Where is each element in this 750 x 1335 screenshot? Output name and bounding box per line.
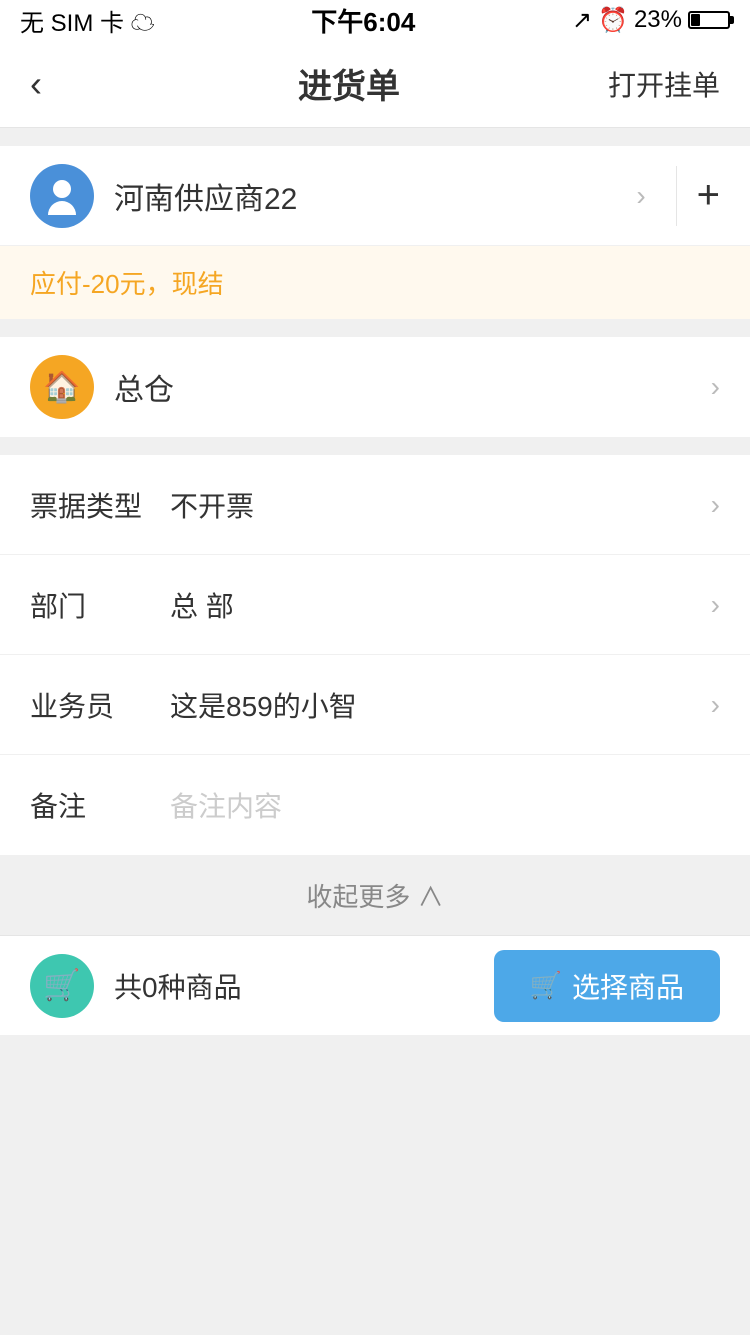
invoice-type-chevron-icon: › — [711, 489, 720, 521]
top-divider — [0, 128, 750, 146]
bottom-bar: 🛒 共0种商品 🛒 选择商品 — [0, 935, 750, 1035]
salesperson-label: 业务员 — [30, 685, 170, 725]
status-time: 下午6:04 — [311, 2, 415, 39]
department-row[interactable]: 部门 总 部 › — [0, 555, 750, 655]
nav-bar: ‹ 进货单 打开挂单 — [0, 40, 750, 128]
battery-percentage: 23% — [634, 6, 682, 34]
supplier-chevron-icon: › — [636, 180, 645, 212]
salesperson-chevron-icon: › — [711, 689, 720, 721]
add-supplier-button[interactable]: + — [697, 173, 720, 218]
location-icon: ↗ — [572, 6, 592, 35]
house-icon: 🏠 — [43, 370, 80, 405]
vertical-divider — [676, 166, 677, 226]
note-label: 备注 — [30, 785, 170, 825]
product-count: 共0种商品 — [114, 966, 494, 1006]
sim-label: 无 SIM 卡 ☁ — [20, 3, 155, 38]
status-right: ↗ ⏰ 23% — [572, 6, 730, 35]
notice-banner: 应付-20元，现结 — [0, 246, 750, 319]
person-icon — [46, 180, 78, 212]
status-bar: 无 SIM 卡 ☁ 下午6:04 ↗ ⏰ 23% — [0, 0, 750, 40]
section-gap-1 — [0, 319, 750, 337]
salesperson-value: 这是859的小智 — [170, 685, 711, 725]
alarm-icon: ⏰ — [598, 6, 628, 35]
form-section: 票据类型 不开票 › 部门 总 部 › 业务员 这是859的小智 › 备注 备注… — [0, 455, 750, 855]
select-product-label: 选择商品 — [572, 966, 684, 1006]
collapse-label: 收起更多 ∧ — [306, 877, 443, 914]
supplier-avatar — [30, 164, 94, 228]
page-fill — [0, 1035, 750, 1335]
note-value: 备注内容 — [170, 785, 720, 825]
page-title: 进货单 — [298, 59, 400, 108]
cart-icon: 🛒 — [43, 968, 80, 1003]
note-row[interactable]: 备注 备注内容 — [0, 755, 750, 855]
warehouse-row[interactable]: 🏠 总仓 › — [0, 337, 750, 437]
collapse-toggle[interactable]: 收起更多 ∧ — [0, 855, 750, 935]
warehouse-name: 总仓 — [114, 365, 711, 409]
cart-icon-wrap: 🛒 — [30, 954, 94, 1018]
warehouse-icon-wrap: 🏠 — [30, 355, 94, 419]
battery-icon — [688, 11, 730, 29]
department-chevron-icon: › — [711, 589, 720, 621]
department-value: 总 部 — [170, 585, 711, 625]
back-button[interactable]: ‹ — [30, 63, 90, 105]
invoice-type-value: 不开票 — [170, 485, 711, 525]
invoice-type-label: 票据类型 — [30, 485, 170, 525]
warehouse-chevron-icon: › — [711, 371, 720, 403]
department-label: 部门 — [30, 585, 170, 625]
status-left: 无 SIM 卡 ☁ — [20, 3, 155, 38]
select-product-button[interactable]: 🛒 选择商品 — [494, 950, 720, 1022]
select-product-icon: 🛒 — [530, 970, 562, 1001]
invoice-type-row[interactable]: 票据类型 不开票 › — [0, 455, 750, 555]
supplier-name: 河南供应商22 — [114, 174, 636, 218]
supplier-row[interactable]: 河南供应商22 › + — [0, 146, 750, 246]
salesperson-row[interactable]: 业务员 这是859的小智 › — [0, 655, 750, 755]
open-pending-button[interactable]: 打开挂单 — [608, 64, 720, 104]
